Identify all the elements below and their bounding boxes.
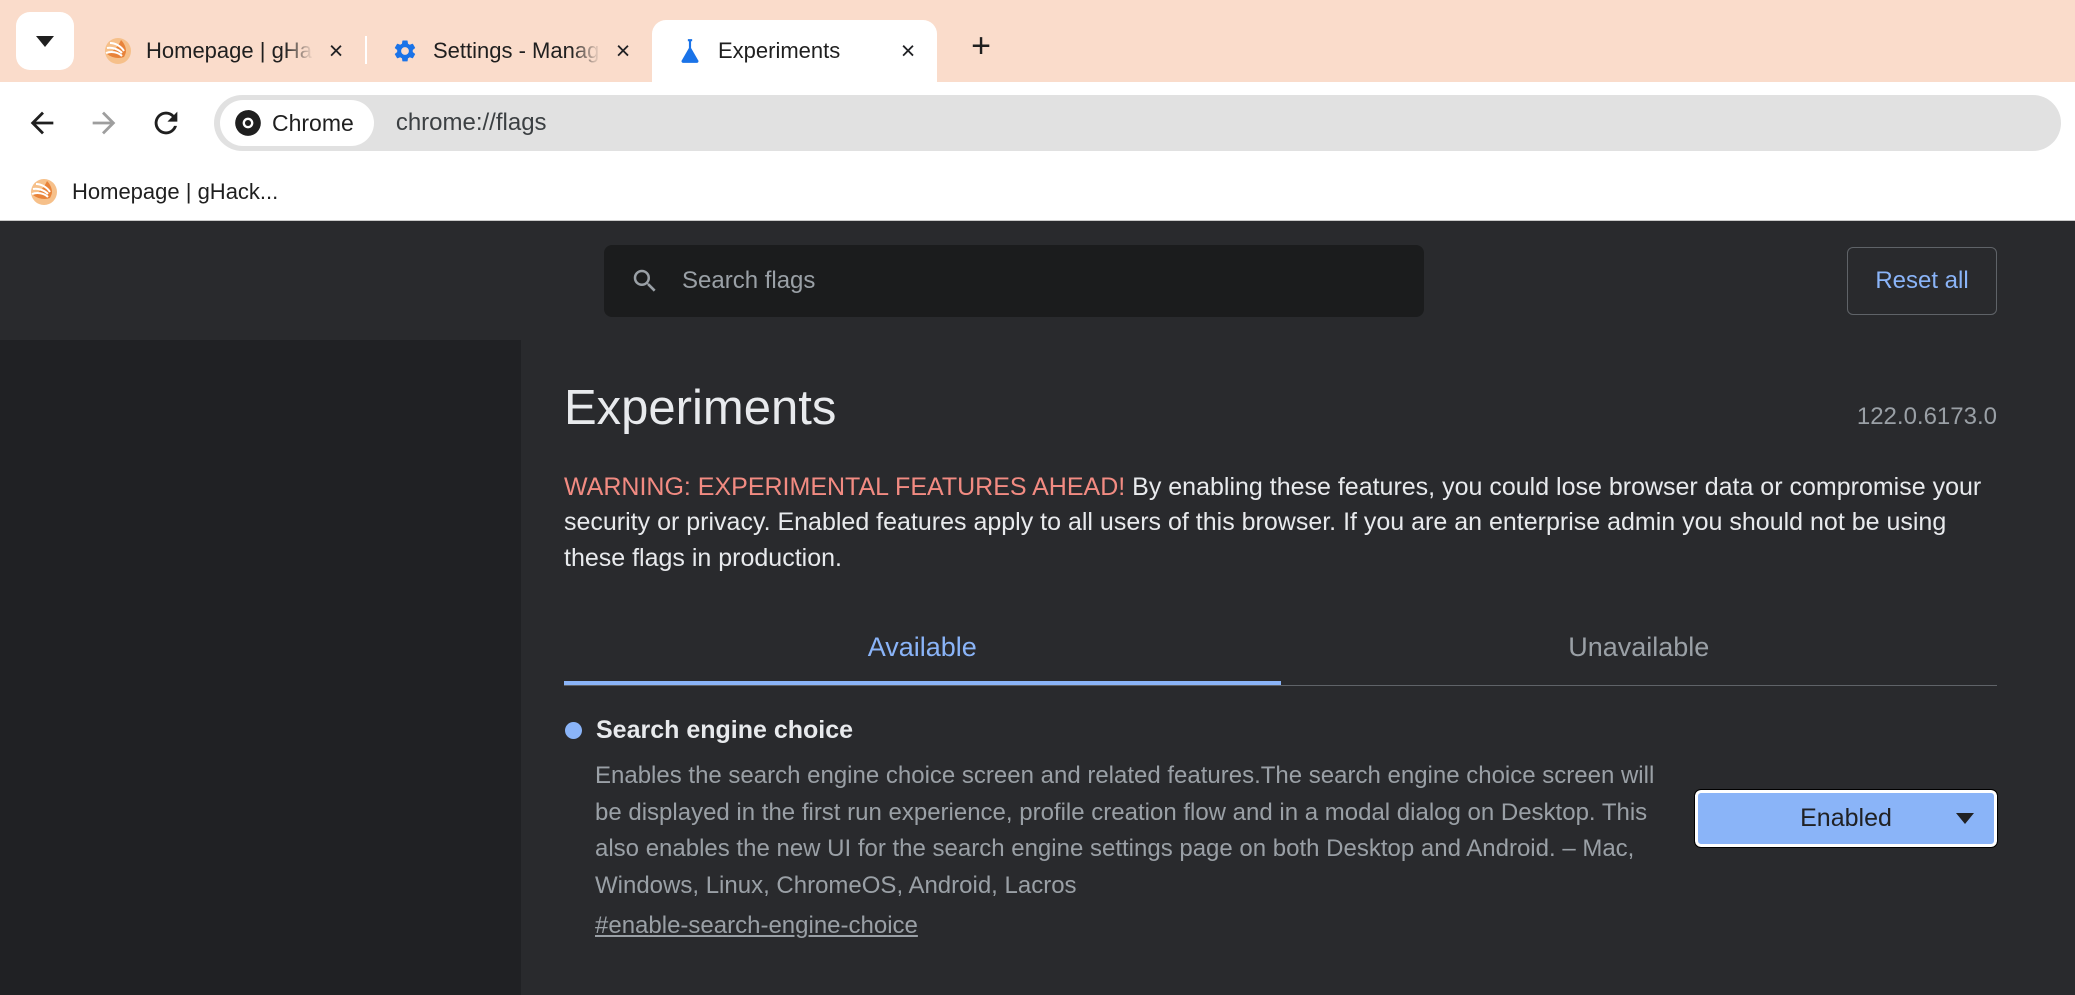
- forward-arrow-icon: [87, 106, 121, 140]
- tab-list: Homepage | gHacks Technolog × Settings -…: [80, 0, 2075, 82]
- omnibox-url-text: chrome://flags: [396, 109, 547, 137]
- back-arrow-icon: [25, 106, 59, 140]
- flag-description: Enables the search engine choice screen …: [595, 758, 1665, 904]
- flags-header-bar: Search flags Reset all: [0, 221, 2075, 340]
- flag-title-row: Search engine choice: [564, 716, 1669, 745]
- flag-state-select[interactable]: Enabled: [1695, 790, 1997, 847]
- flag-select-container: Enabled: [1695, 790, 1997, 847]
- browser-tab-experiments[interactable]: Experiments ×: [652, 20, 937, 82]
- flags-tab-bar: Available Unavailable: [564, 618, 1997, 686]
- tab-strip: Homepage | gHacks Technolog × Settings -…: [0, 0, 2075, 82]
- back-button[interactable]: [14, 95, 70, 151]
- chrome-logo-icon: [234, 109, 262, 137]
- gear-icon: [391, 37, 419, 65]
- flag-name: Search engine choice: [596, 716, 853, 745]
- bookmark-label: Homepage | gHack...: [72, 179, 278, 205]
- flag-modified-dot-icon: [565, 722, 582, 739]
- chrome-flags-page: Search flags Reset all Experiments 122.0…: [0, 220, 2075, 995]
- chevron-down-icon: [1956, 813, 1974, 824]
- search-flags-field[interactable]: Search flags: [604, 245, 1424, 317]
- flag-text-block: Search engine choice Enables the search …: [564, 716, 1695, 940]
- left-gutter-pane: [0, 340, 521, 995]
- tab-close-button[interactable]: ×: [893, 36, 923, 66]
- flags-title-row: Experiments 122.0.6173.0: [564, 382, 1997, 436]
- bookmark-item-homepage[interactable]: Homepage | gHack...: [22, 172, 286, 212]
- flags-content: Experiments 122.0.6173.0 WARNING: EXPERI…: [521, 340, 2075, 995]
- tab-title: Homepage | gHacks Technolog: [146, 38, 315, 64]
- tab-title: Experiments: [718, 38, 887, 64]
- tab-available[interactable]: Available: [564, 618, 1281, 685]
- tab-unavailable[interactable]: Unavailable: [1281, 618, 1998, 685]
- experimental-warning: WARNING: EXPERIMENTAL FEATURES AHEAD! By…: [564, 470, 1984, 577]
- chrome-version-label: 122.0.6173.0: [1857, 403, 1997, 431]
- search-input-placeholder: Search flags: [682, 267, 815, 295]
- new-tab-button[interactable]: +: [955, 20, 1007, 72]
- tab-close-button[interactable]: ×: [608, 36, 638, 66]
- warning-lead-text: WARNING: EXPERIMENTAL FEATURES AHEAD!: [564, 473, 1125, 501]
- browser-toolbar: Chrome chrome://flags: [0, 82, 2075, 164]
- flags-body: Experiments 122.0.6173.0 WARNING: EXPERI…: [0, 340, 2075, 995]
- reload-button[interactable]: [138, 95, 194, 151]
- flag-state-value: Enabled: [1800, 804, 1892, 833]
- flag-item-search-engine-choice: Search engine choice Enables the search …: [564, 716, 1997, 940]
- ghacks-favicon: [30, 178, 58, 206]
- browser-tab-homepage[interactable]: Homepage | gHacks Technolog ×: [80, 20, 365, 82]
- flask-icon: [676, 37, 704, 65]
- reload-icon: [149, 106, 183, 140]
- omnibox-chrome-chip[interactable]: Chrome: [220, 100, 374, 146]
- tab-title: Settings - Manage search engi: [433, 38, 602, 64]
- bookmarks-bar: Homepage | gHack...: [0, 164, 2075, 220]
- flag-permalink[interactable]: #enable-search-engine-choice: [595, 912, 918, 940]
- chevron-down-icon: [36, 36, 54, 47]
- tab-close-button[interactable]: ×: [321, 36, 351, 66]
- page-title: Experiments: [564, 382, 836, 436]
- reset-all-button[interactable]: Reset all: [1847, 247, 1997, 315]
- browser-tab-settings[interactable]: Settings - Manage search engi ×: [367, 20, 652, 82]
- search-icon: [630, 266, 660, 296]
- forward-button[interactable]: [76, 95, 132, 151]
- omnibox-chip-label: Chrome: [272, 110, 354, 137]
- omnibox[interactable]: Chrome chrome://flags: [214, 95, 2061, 151]
- ghacks-favicon: [104, 37, 132, 65]
- tab-search-button[interactable]: [16, 12, 74, 70]
